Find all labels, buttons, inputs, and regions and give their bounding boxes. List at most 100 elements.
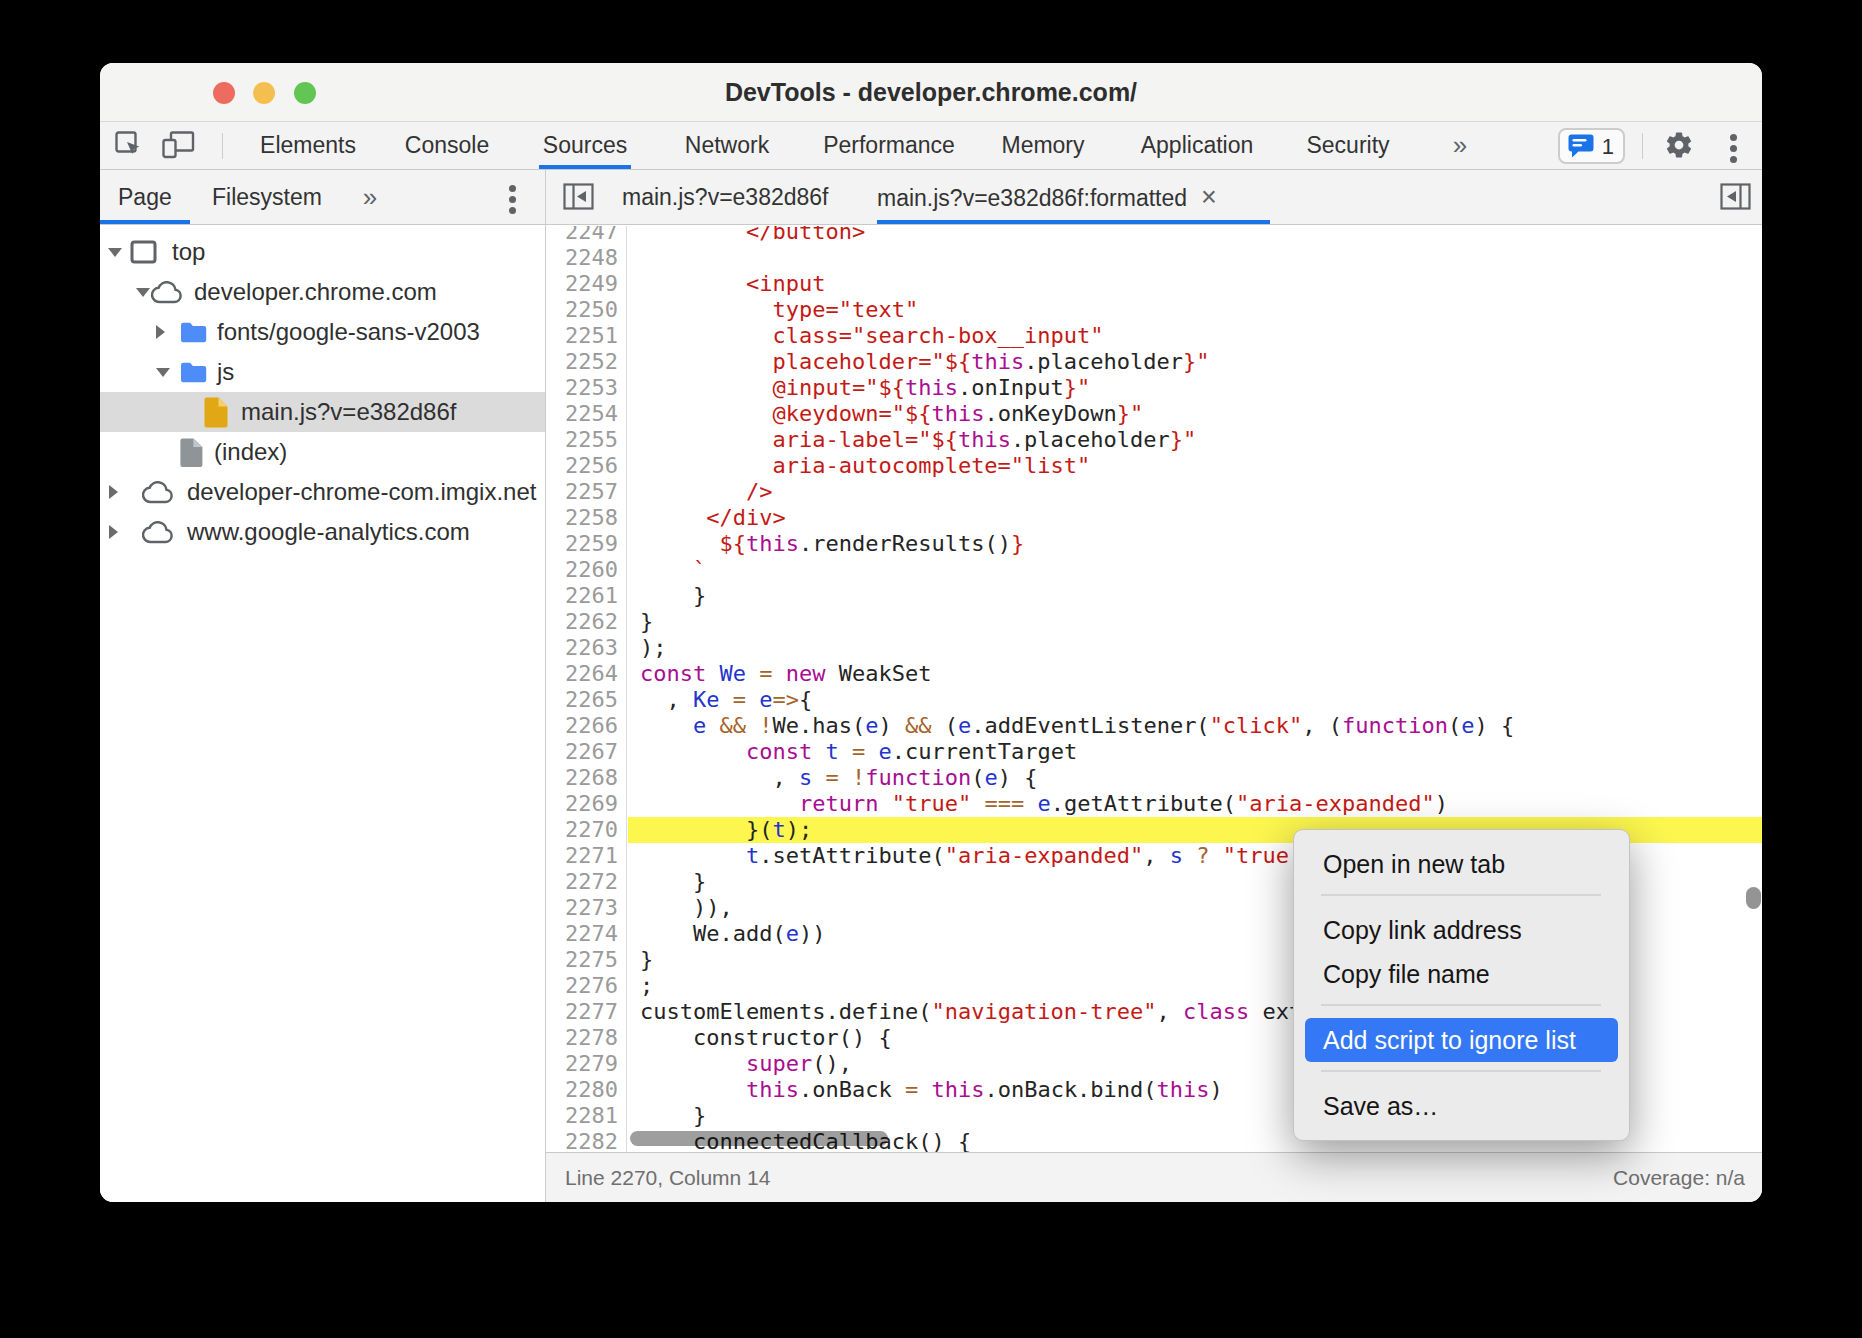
vertical-scrollbar-thumb[interactable] [1746,887,1761,909]
code-line-2258[interactable]: </div> [628,505,1762,531]
panel-tab-performance[interactable]: Performance [823,122,955,169]
code-line-2269[interactable]: return "true" === e.getAttribute("aria-e… [628,791,1762,817]
code-line-2254[interactable]: @keydown="${this.onKeyDown}" [628,401,1762,427]
tree-item-developer-chrome-com-imgix-net[interactable]: developer-chrome-com.imgix.net [100,472,545,512]
line-number[interactable]: 2267 [546,739,626,765]
code-line-2263[interactable]: ); [628,635,1762,661]
tree-item-top[interactable]: top [100,232,545,272]
tree-item-js[interactable]: js [100,352,545,392]
line-number[interactable]: 2276 [546,973,626,999]
code-line-2252[interactable]: placeholder="${this.placeholder}" [628,349,1762,375]
line-number[interactable]: 2271 [546,843,626,869]
code-line-2260[interactable]: ` [628,557,1762,583]
line-number[interactable]: 2265 [546,687,626,713]
line-number[interactable]: 2274 [546,921,626,947]
line-number[interactable]: 2273 [546,895,626,921]
horizontal-scrollbar-thumb[interactable] [630,1131,888,1146]
line-number[interactable]: 2263 [546,635,626,661]
show-right-drawer-icon[interactable] [1720,181,1751,212]
line-number[interactable]: 2249 [546,271,626,297]
tree-collapsed-arrow-icon[interactable] [156,325,165,339]
collapse-left-panel-icon[interactable] [563,181,594,212]
code-line-2257[interactable]: /> [628,479,1762,505]
code-line-2268[interactable]: , s = !function(e) { [628,765,1762,791]
tree-collapsed-arrow-icon[interactable] [109,485,118,499]
code-line-2256[interactable]: aria-autocomplete="list" [628,453,1762,479]
code-line-2266[interactable]: e && !We.has(e) && (e.addEventListener("… [628,713,1762,739]
editor-tab-main-js[interactable]: main.js?v=e382d86f [622,170,829,224]
line-number[interactable]: 2260 [546,557,626,583]
code-line-2253[interactable]: @input="${this.onInput}" [628,375,1762,401]
line-number[interactable]: 2281 [546,1103,626,1129]
panel-tab-network[interactable]: Network [685,122,769,169]
sidebar-tab-page[interactable]: Page [118,170,172,224]
tree-expanded-arrow-icon[interactable] [108,248,122,257]
tree-item-developer-chrome-com[interactable]: developer.chrome.com [100,272,545,312]
line-number[interactable]: 2248 [546,245,626,271]
line-number[interactable]: 2257 [546,479,626,505]
line-number[interactable]: 2259 [546,531,626,557]
menu-item-add-script-to-ignore-list[interactable]: Add script to ignore list [1305,1018,1618,1062]
editor-tab-main-js-formatted[interactable]: main.js?v=e382d86f:formatted× [877,170,1217,224]
line-number[interactable]: 2250 [546,297,626,323]
menu-item-copy-link-address[interactable]: Copy link address [1305,908,1618,952]
close-tab-icon[interactable]: × [1201,182,1217,212]
menu-item-save-as-[interactable]: Save as… [1305,1084,1618,1128]
line-number[interactable]: 2268 [546,765,626,791]
line-number[interactable]: 2254 [546,401,626,427]
tree-item--index-[interactable]: (index) [100,432,545,472]
code-line-2251[interactable]: class="search-box__input" [628,323,1762,349]
line-number[interactable]: 2270 [546,817,626,843]
line-number[interactable]: 2251 [546,323,626,349]
line-number[interactable]: 2280 [546,1077,626,1103]
tree-expanded-arrow-icon[interactable] [136,288,150,297]
line-number[interactable]: 2262 [546,609,626,635]
line-number[interactable]: 2279 [546,1051,626,1077]
line-number[interactable]: 2277 [546,999,626,1025]
device-toolbar-icon[interactable] [162,131,196,159]
code-line-2255[interactable]: aria-label="${this.placeholder}" [628,427,1762,453]
line-number[interactable]: 2256 [546,453,626,479]
tree-item-main-js-v-e382d86f[interactable]: main.js?v=e382d86f [100,392,545,432]
settings-gear-icon[interactable] [1664,130,1694,160]
line-number[interactable]: 2282 [546,1129,626,1152]
panel-tab-console[interactable]: Console [405,122,489,169]
code-line-2248[interactable] [628,245,1762,271]
panel-tab-elements[interactable]: Elements [260,122,356,169]
code-line-2250[interactable]: type="text" [628,297,1762,323]
line-number[interactable]: 2264 [546,661,626,687]
panel-tab-security[interactable]: Security [1306,122,1389,169]
line-number[interactable]: 2266 [546,713,626,739]
code-line-2247[interactable]: </button> [628,226,1762,245]
line-number[interactable]: 2252 [546,349,626,375]
menu-item-open-in-new-tab[interactable]: Open in new tab [1305,842,1618,886]
inspect-icon[interactable] [115,131,142,158]
code-line-2259[interactable]: ${this.renderResults()} [628,531,1762,557]
line-number[interactable]: 2275 [546,947,626,973]
tree-item-www-google-analytics-com[interactable]: www.google-analytics.com [100,512,545,552]
line-number[interactable]: 2247 [546,226,626,245]
line-number[interactable]: 2269 [546,791,626,817]
tree-item-fonts-google-sans-v2003[interactable]: fonts/google-sans-v2003 [100,312,545,352]
line-number[interactable]: 2255 [546,427,626,453]
line-number[interactable]: 2253 [546,375,626,401]
code-line-2265[interactable]: , Ke = e=>{ [628,687,1762,713]
sidebar-more-tabs-icon[interactable]: » [363,170,377,224]
panel-tab-memory[interactable]: Memory [1001,122,1084,169]
issues-badge[interactable]: 1 [1558,128,1625,164]
sidebar-tab-filesystem[interactable]: Filesystem [212,170,322,224]
more-panels-icon[interactable]: » [1453,122,1467,169]
line-number[interactable]: 2278 [546,1025,626,1051]
tree-expanded-arrow-icon[interactable] [156,368,170,377]
line-number[interactable]: 2258 [546,505,626,531]
line-number[interactable]: 2261 [546,583,626,609]
line-number[interactable]: 2272 [546,869,626,895]
code-line-2249[interactable]: <input [628,271,1762,297]
code-line-2261[interactable]: } [628,583,1762,609]
code-line-2262[interactable]: } [628,609,1762,635]
panel-tab-application[interactable]: Application [1141,122,1254,169]
code-line-2264[interactable]: const We = new WeakSet [628,661,1762,687]
panel-tab-sources[interactable]: Sources [543,122,627,169]
code-line-2267[interactable]: const t = e.currentTarget [628,739,1762,765]
tree-collapsed-arrow-icon[interactable] [109,525,118,539]
